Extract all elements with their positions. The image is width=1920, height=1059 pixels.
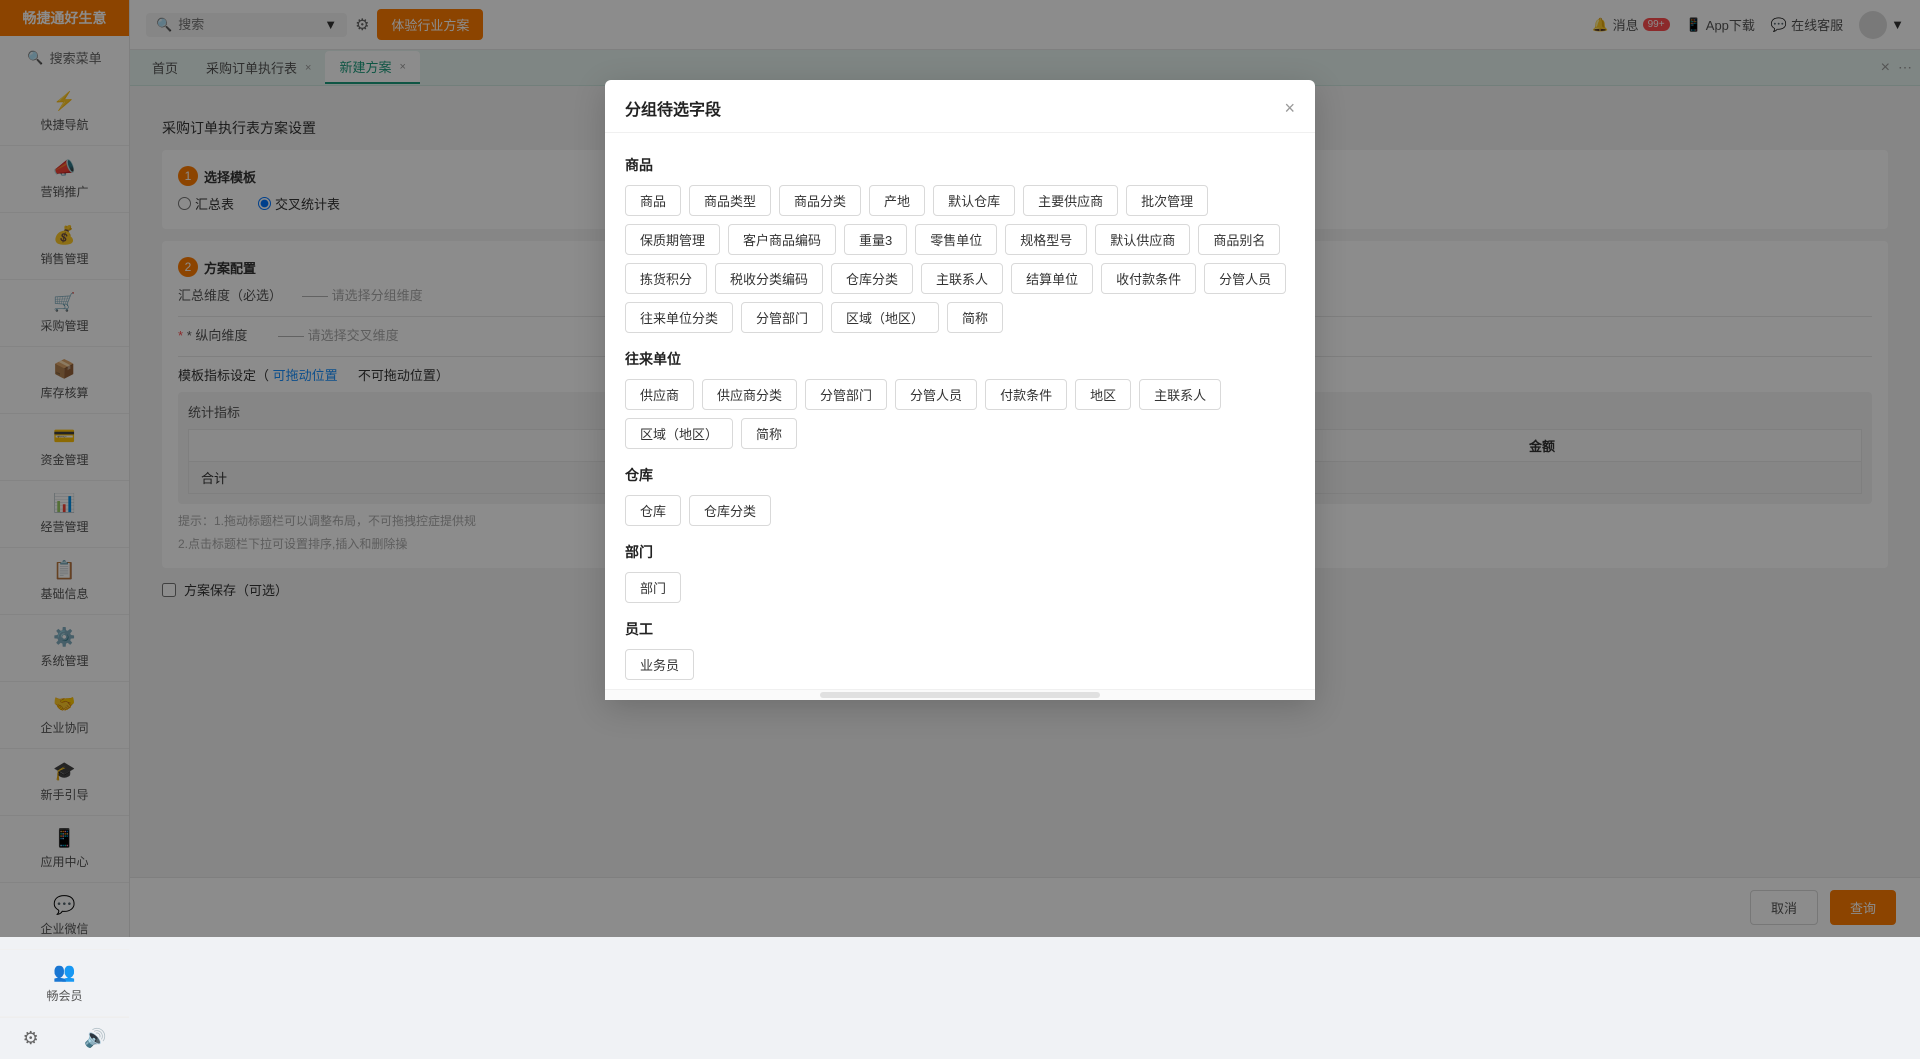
field-tag[interactable]: 主联系人: [921, 263, 1003, 294]
field-select-modal: 分组待选字段 × 商品 商品 商品类型 商品分类 产地 默认仓库 主要供应商 批…: [605, 80, 1315, 700]
field-tag[interactable]: 仓库分类: [689, 495, 771, 526]
section-goods-fields: 商品 商品类型 商品分类 产地 默认仓库 主要供应商 批次管理 保质期管理 客户…: [625, 185, 1295, 333]
field-tag[interactable]: 商品分类: [779, 185, 861, 216]
sidebar-bottom: ⚙ 🔊: [0, 1017, 129, 1059]
modal-hscroll: [605, 689, 1315, 700]
section-warehouse-fields: 仓库 仓库分类: [625, 495, 1295, 526]
field-tag[interactable]: 分管人员: [1204, 263, 1286, 294]
field-tag[interactable]: 结算单位: [1011, 263, 1093, 294]
field-tag[interactable]: 分管部门: [741, 302, 823, 333]
hscroll-thumb[interactable]: [820, 692, 1101, 698]
field-tag[interactable]: 分管部门: [805, 379, 887, 410]
field-tag[interactable]: 默认仓库: [933, 185, 1015, 216]
modal-close-button[interactable]: ×: [1284, 98, 1295, 119]
section-employee-fields: 业务员: [625, 649, 1295, 680]
field-tag[interactable]: 部门: [625, 572, 681, 603]
field-tag[interactable]: 保质期管理: [625, 224, 720, 255]
field-tag[interactable]: 零售单位: [915, 224, 997, 255]
field-tag[interactable]: 业务员: [625, 649, 694, 680]
field-tag[interactable]: 规格型号: [1005, 224, 1087, 255]
field-tag[interactable]: 拣货积分: [625, 263, 707, 294]
section-partner-title: 往来单位: [625, 349, 1295, 369]
field-tag[interactable]: 简称: [947, 302, 1003, 333]
field-tag[interactable]: 商品类型: [689, 185, 771, 216]
field-tag[interactable]: 产地: [869, 185, 925, 216]
field-tag[interactable]: 商品: [625, 185, 681, 216]
section-goods-title: 商品: [625, 155, 1295, 175]
field-tag[interactable]: 收付款条件: [1101, 263, 1196, 294]
field-tag[interactable]: 批次管理: [1126, 185, 1208, 216]
member-icon: 👥: [53, 962, 75, 983]
field-tag[interactable]: 区域（地区）: [625, 418, 733, 449]
modal-body: 商品 商品 商品类型 商品分类 产地 默认仓库 主要供应商 批次管理 保质期管理…: [605, 133, 1315, 689]
section-dept-title: 部门: [625, 542, 1295, 562]
field-tag[interactable]: 主联系人: [1139, 379, 1221, 410]
field-tag[interactable]: 供应商: [625, 379, 694, 410]
field-tag[interactable]: 默认供应商: [1095, 224, 1190, 255]
field-tag[interactable]: 仓库: [625, 495, 681, 526]
field-tag[interactable]: 仓库分类: [831, 263, 913, 294]
section-dept-fields: 部门: [625, 572, 1295, 603]
field-tag[interactable]: 商品别名: [1198, 224, 1280, 255]
field-tag[interactable]: 地区: [1075, 379, 1131, 410]
audio-bottom-icon[interactable]: 🔊: [84, 1028, 106, 1049]
field-tag[interactable]: 付款条件: [985, 379, 1067, 410]
field-tag[interactable]: 客户商品编码: [728, 224, 836, 255]
field-tag[interactable]: 分管人员: [895, 379, 977, 410]
sidebar-item-member[interactable]: 👥 畅会员: [0, 950, 129, 1017]
field-tag[interactable]: 供应商分类: [702, 379, 797, 410]
field-tag[interactable]: 税收分类编码: [715, 263, 823, 294]
section-employee-title: 员工: [625, 619, 1295, 639]
field-tag[interactable]: 区域（地区）: [831, 302, 939, 333]
modal-title: 分组待选字段: [625, 96, 721, 120]
field-tag[interactable]: 主要供应商: [1023, 185, 1118, 216]
field-tag[interactable]: 简称: [741, 418, 797, 449]
settings-bottom-icon[interactable]: ⚙: [23, 1028, 39, 1049]
modal-header: 分组待选字段 ×: [605, 80, 1315, 133]
sidebar-item-label: 畅会员: [46, 987, 82, 1004]
field-tag[interactable]: 往来单位分类: [625, 302, 733, 333]
section-warehouse-title: 仓库: [625, 465, 1295, 485]
section-partner-fields: 供应商 供应商分类 分管部门 分管人员 付款条件 地区 主联系人 区域（地区） …: [625, 379, 1295, 449]
field-tag[interactable]: 重量3: [844, 224, 907, 255]
